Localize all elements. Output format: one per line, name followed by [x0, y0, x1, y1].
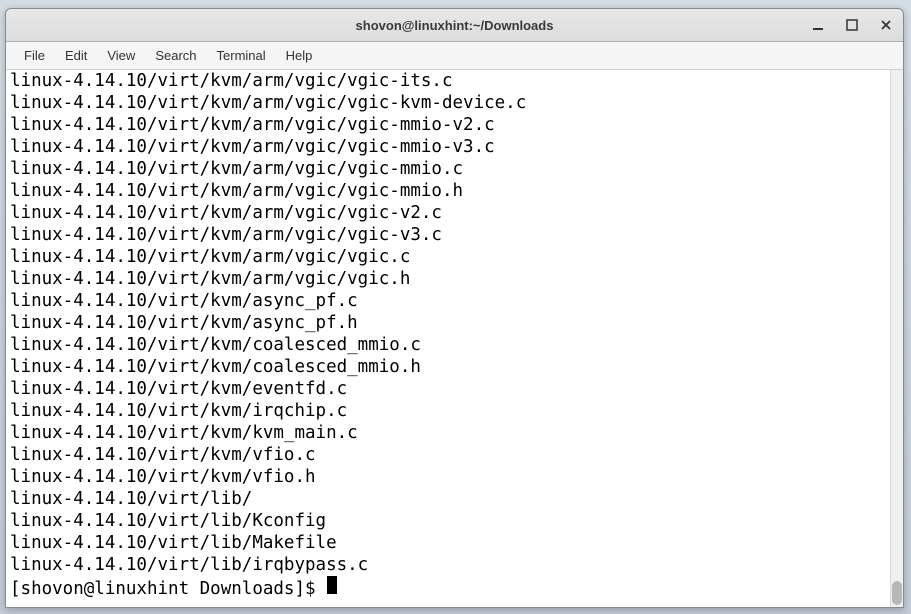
scrollbar[interactable] — [890, 70, 903, 607]
terminal-output-line: linux-4.14.10/virt/kvm/irqchip.c — [10, 400, 889, 422]
close-button[interactable] — [875, 14, 897, 36]
menu-help[interactable]: Help — [276, 44, 323, 67]
terminal-area[interactable]: linux-4.14.10/virt/kvm/arm/vgic/vgic-its… — [6, 70, 903, 607]
menu-terminal[interactable]: Terminal — [207, 44, 276, 67]
terminal-output-line: linux-4.14.10/virt/lib/Makefile — [10, 532, 889, 554]
menubar: File Edit View Search Terminal Help — [6, 42, 903, 70]
terminal-output-line: linux-4.14.10/virt/kvm/arm/vgic/vgic-mmi… — [10, 180, 889, 202]
terminal-output-line: linux-4.14.10/virt/kvm/arm/vgic/vgic-v3.… — [10, 224, 889, 246]
terminal-output-line: linux-4.14.10/virt/lib/Kconfig — [10, 510, 889, 532]
menu-view[interactable]: View — [97, 44, 145, 67]
terminal-cursor — [327, 576, 337, 594]
terminal-output-line: linux-4.14.10/virt/kvm/arm/vgic/vgic-v2.… — [10, 202, 889, 224]
terminal-output-line: linux-4.14.10/virt/kvm/eventfd.c — [10, 378, 889, 400]
minimize-icon — [812, 19, 824, 31]
maximize-button[interactable] — [841, 14, 863, 36]
terminal-window: shovon@linuxhint:~/Downloads File Edit V… — [5, 8, 904, 608]
terminal-output-line: linux-4.14.10/virt/kvm/arm/vgic/vgic-mmi… — [10, 136, 889, 158]
terminal-output-line: linux-4.14.10/virt/kvm/coalesced_mmio.h — [10, 356, 889, 378]
terminal-output-line: linux-4.14.10/virt/kvm/arm/vgic/vgic.h — [10, 268, 889, 290]
terminal-output-line: linux-4.14.10/virt/kvm/vfio.c — [10, 444, 889, 466]
close-icon — [880, 19, 892, 31]
terminal-output-line: linux-4.14.10/virt/kvm/vfio.h — [10, 466, 889, 488]
terminal-output-line: linux-4.14.10/virt/lib/irqbypass.c — [10, 554, 889, 576]
titlebar[interactable]: shovon@linuxhint:~/Downloads — [6, 9, 903, 42]
menu-file[interactable]: File — [14, 44, 55, 67]
terminal-output-line: linux-4.14.10/virt/lib/ — [10, 488, 889, 510]
terminal-output-line: linux-4.14.10/virt/kvm/arm/vgic/vgic.c — [10, 246, 889, 268]
terminal-output-line: linux-4.14.10/virt/kvm/coalesced_mmio.c — [10, 334, 889, 356]
menu-search[interactable]: Search — [145, 44, 206, 67]
window-title: shovon@linuxhint:~/Downloads — [6, 18, 903, 33]
terminal-output-line: linux-4.14.10/virt/kvm/arm/vgic/vgic-its… — [10, 70, 889, 92]
terminal-output-line: linux-4.14.10/virt/kvm/async_pf.h — [10, 312, 889, 334]
minimize-button[interactable] — [807, 14, 829, 36]
terminal-prompt-line[interactable]: [shovon@linuxhint Downloads]$ — [10, 576, 889, 600]
terminal-content[interactable]: linux-4.14.10/virt/kvm/arm/vgic/vgic-its… — [10, 70, 889, 607]
terminal-output-line: linux-4.14.10/virt/kvm/kvm_main.c — [10, 422, 889, 444]
maximize-icon — [846, 19, 858, 31]
terminal-prompt: [shovon@linuxhint Downloads]$ — [10, 578, 326, 600]
terminal-output-line: linux-4.14.10/virt/kvm/arm/vgic/vgic-mmi… — [10, 158, 889, 180]
menu-edit[interactable]: Edit — [55, 44, 97, 67]
window-controls — [807, 14, 897, 36]
terminal-output-line: linux-4.14.10/virt/kvm/async_pf.c — [10, 290, 889, 312]
terminal-output-line: linux-4.14.10/virt/kvm/arm/vgic/vgic-kvm… — [10, 92, 889, 114]
scrollbar-thumb[interactable] — [892, 581, 902, 605]
terminal-output-line: linux-4.14.10/virt/kvm/arm/vgic/vgic-mmi… — [10, 114, 889, 136]
